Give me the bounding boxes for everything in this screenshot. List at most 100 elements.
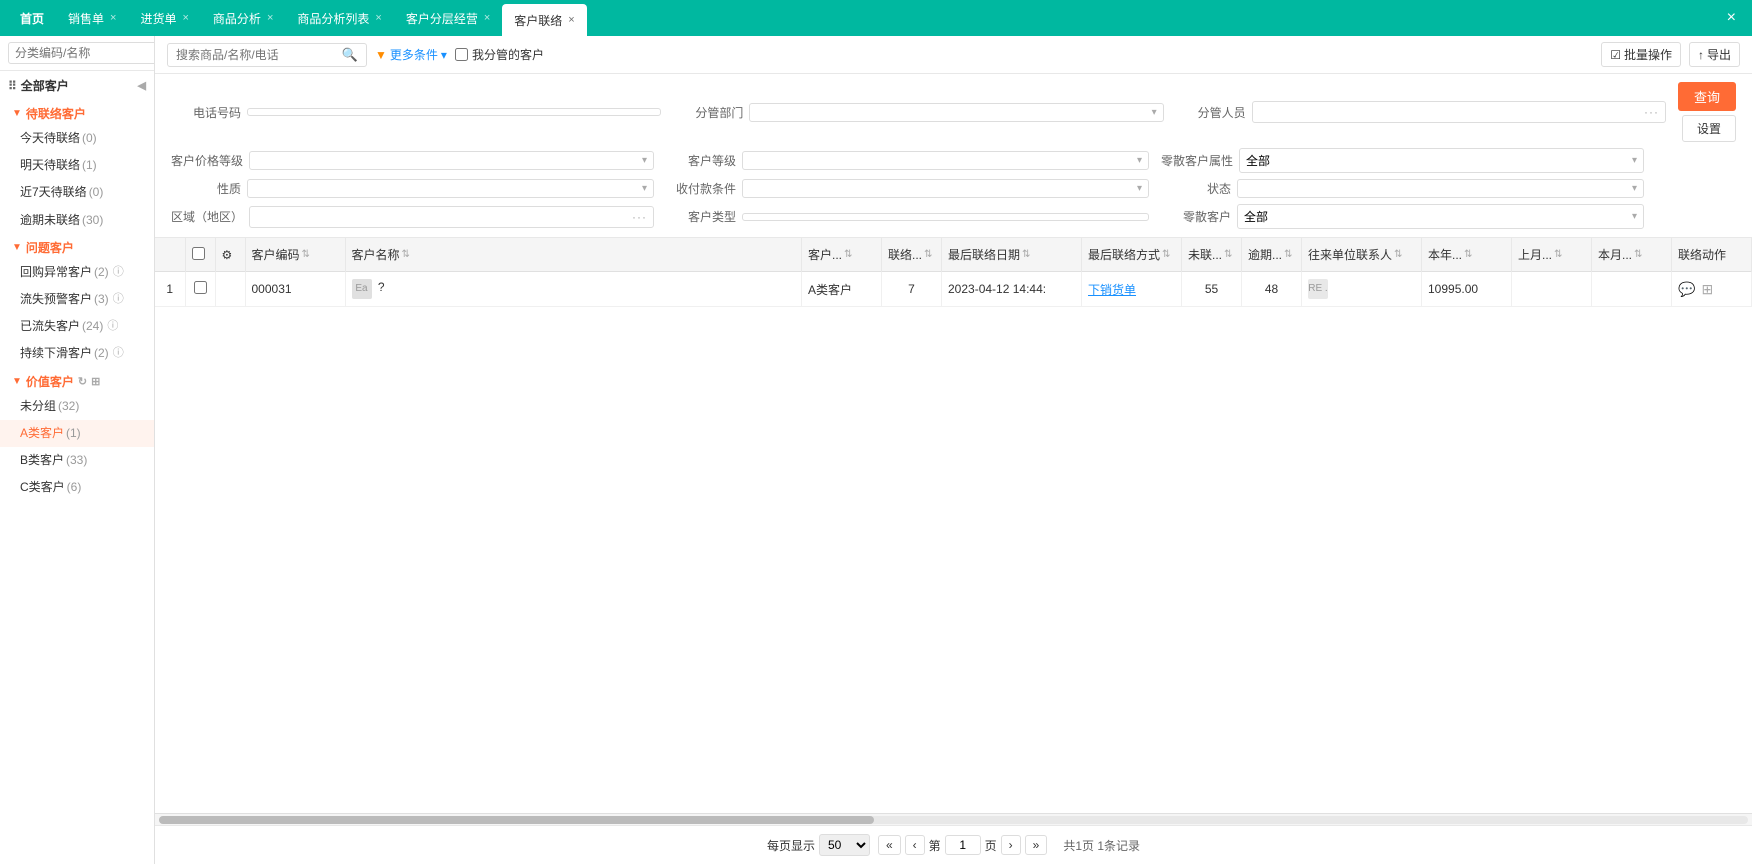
app-close-button[interactable]: × <box>1719 9 1744 27</box>
sidebar-item-churn-warning[interactable]: 流失预警客户 (3) ⓘ <box>0 286 154 313</box>
nav-product-analysis-list-close[interactable]: × <box>375 12 381 24</box>
scatter-attr-select[interactable]: 全部 ▾ <box>1239 148 1644 173</box>
chat-icon[interactable]: 💬 <box>1678 281 1695 298</box>
sidebar-all-customers[interactable]: ⠿ 全部客户 ◀ <box>0 71 154 100</box>
th-this-month: 本月... ⇅ <box>1592 238 1672 272</box>
sort-icon-nocontact[interactable]: ⇅ <box>1224 249 1232 260</box>
sort-icon-date[interactable]: ⇅ <box>1022 249 1030 260</box>
filter-cell-dept: 分管部门 ▾ <box>673 103 1163 122</box>
sort-icon-overdue[interactable]: ⇅ <box>1284 249 1292 260</box>
price-level-select[interactable]: ▾ <box>249 151 654 170</box>
customer-level-select[interactable]: ▾ <box>742 151 1149 170</box>
status-select[interactable]: ▾ <box>1237 179 1644 198</box>
payment-select[interactable]: ▾ <box>742 179 1149 198</box>
next-page-button[interactable]: › <box>1001 835 1021 855</box>
horizontal-scrollbar[interactable] <box>155 813 1752 825</box>
settings-button[interactable]: 设置 <box>1682 115 1736 142</box>
last-page-button[interactable]: » <box>1025 835 1048 855</box>
sidebar-item-abnormal-repurchase[interactable]: 回购异常客户 (2) ⓘ <box>0 259 154 286</box>
export-button[interactable]: ↑ 导出 <box>1689 42 1740 67</box>
nav-customer-segment[interactable]: 客户分层经营 × <box>394 0 502 36</box>
content-area: 🔍 ▼ 更多条件 ▾ 我分管的客户 ☑ 批量操作 ↑ 导出 <box>155 36 1752 864</box>
sidebar-group-problem-customers[interactable]: ▼ 问题客户 <box>0 234 154 259</box>
filter-cell-scatter-customer: 零散客户 全部 ▾ <box>1161 204 1644 229</box>
scrollbar-track <box>159 816 1748 824</box>
nav-sales[interactable]: 销售单 × <box>56 0 128 36</box>
sort-icon-year[interactable]: ⇅ <box>1464 249 1472 260</box>
sidebar-item-7day-contact[interactable]: 近7天待联络 (0) <box>0 179 154 206</box>
status-arrow-icon: ▾ <box>1632 183 1637 194</box>
batch-ops-button[interactable]: ☑ 批量操作 <box>1601 42 1681 67</box>
prev-page-button[interactable]: ‹ <box>905 835 925 855</box>
td-checkbox <box>185 272 215 307</box>
manager-input[interactable]: ··· <box>1252 101 1666 123</box>
sort-icon-method[interactable]: ⇅ <box>1162 249 1170 260</box>
gear-icon[interactable]: ⚙ <box>222 248 233 262</box>
sidebar-group-value-customers[interactable]: ▼ 价值客户 ↻ ⊞ <box>0 368 154 393</box>
filter-icon: ▼ <box>375 48 387 62</box>
sidebar-item-today-contact[interactable]: 今天待联络 (0) <box>0 125 154 152</box>
first-page-button[interactable]: « <box>878 835 901 855</box>
nav-customer-segment-close[interactable]: × <box>484 12 490 24</box>
sidebar-item-declining[interactable]: 持续下滑客户 (2) ⓘ <box>0 340 154 367</box>
dept-label: 分管部门 <box>673 104 743 121</box>
more-filters-button[interactable]: ▼ 更多条件 ▾ <box>375 46 447 63</box>
nav-customer-contact-close[interactable]: × <box>568 14 574 26</box>
sort-icon-name[interactable]: ⇅ <box>402 249 410 260</box>
sort-icon-thismonth[interactable]: ⇅ <box>1634 249 1642 260</box>
scatter-customer-select[interactable]: 全部 ▾ <box>1237 204 1644 229</box>
th-category: 客户... ⇅ <box>802 238 882 272</box>
info-icon-2: ⓘ <box>113 291 124 309</box>
search-input[interactable] <box>176 48 342 62</box>
my-customers-checkbox-container: 我分管的客户 <box>455 46 544 63</box>
th-code: 客户编码 ⇅ <box>245 238 345 272</box>
th-gear: ⚙ <box>215 238 245 272</box>
sort-icon-visit[interactable]: ⇅ <box>1394 249 1402 260</box>
th-overdue: 逾期... ⇅ <box>1242 238 1302 272</box>
refresh-icon[interactable]: ↻ <box>78 375 87 388</box>
nav-purchase[interactable]: 进货单 × <box>128 0 200 36</box>
sidebar-group-pending-contact[interactable]: ▼ 待联络客户 <box>0 100 154 125</box>
page-number-input[interactable] <box>945 835 981 855</box>
settings-icon[interactable]: ⊞ <box>91 375 100 388</box>
td-last-method: 下销货单 <box>1082 272 1182 307</box>
grid-action-icon[interactable]: ⊞ <box>1701 281 1713 298</box>
td-action-icons: 💬 ⊞ <box>1672 272 1752 307</box>
nav-home[interactable]: 首页 <box>8 0 56 36</box>
customer-type-input[interactable] <box>742 213 1149 221</box>
sort-icon-code[interactable]: ⇅ <box>302 249 310 260</box>
sidebar-search-input[interactable] <box>8 42 155 64</box>
sidebar-item-a-class[interactable]: A类客户 (1) <box>0 420 154 447</box>
sidebar-item-b-class[interactable]: B类客户 (33) <box>0 447 154 474</box>
th-no-contact: 未联... ⇅ <box>1182 238 1242 272</box>
sidebar-item-c-class[interactable]: C类客户 (6) <box>0 474 154 501</box>
sidebar: 🔍 ⠿ 全部客户 ◀ ▼ 待联络客户 今天待联络 (0) 明天待联络 (1) 近… <box>0 36 155 864</box>
nav-product-analysis-list[interactable]: 商品分析列表 × <box>285 0 393 36</box>
visit-contact-avatar: RE . <box>1308 279 1328 299</box>
my-customers-checkbox[interactable] <box>455 48 468 61</box>
region-input[interactable]: ··· <box>249 206 654 228</box>
region-label: 区域（地区） <box>171 208 243 225</box>
nav-customer-contact[interactable]: 客户联络 × <box>502 4 586 36</box>
arrow-down-icon-2: ▼ <box>12 242 22 253</box>
sidebar-item-overdue-contact[interactable]: 逾期未联络 (30) <box>0 207 154 234</box>
per-page-select[interactable]: 50 100 200 <box>819 834 870 856</box>
nav-sales-close[interactable]: × <box>110 12 116 24</box>
row-checkbox[interactable] <box>194 281 207 294</box>
query-button[interactable]: 查询 <box>1678 82 1736 111</box>
dept-select[interactable]: ▾ <box>749 103 1163 122</box>
nav-product-analysis-close[interactable]: × <box>267 12 273 24</box>
sort-icon-lastm[interactable]: ⇅ <box>1554 249 1562 260</box>
sidebar-item-tomorrow-contact[interactable]: 明天待联络 (1) <box>0 152 154 179</box>
nature-select[interactable]: ▾ <box>247 179 654 198</box>
sidebar-item-unclassified[interactable]: 未分组 (32) <box>0 393 154 420</box>
nav-product-analysis[interactable]: 商品分析 × <box>201 0 285 36</box>
sidebar-item-churned[interactable]: 已流失客户 (24) ⓘ <box>0 313 154 340</box>
sort-icon-cat[interactable]: ⇅ <box>844 249 852 260</box>
select-all-checkbox[interactable] <box>192 247 205 260</box>
contact-method-link[interactable]: 下销货单 <box>1088 283 1136 297</box>
scatter-arrow-icon: ▾ <box>1632 155 1637 166</box>
sort-icon-contact[interactable]: ⇅ <box>924 249 932 260</box>
nav-purchase-close[interactable]: × <box>182 12 188 24</box>
phone-input[interactable] <box>247 108 661 116</box>
